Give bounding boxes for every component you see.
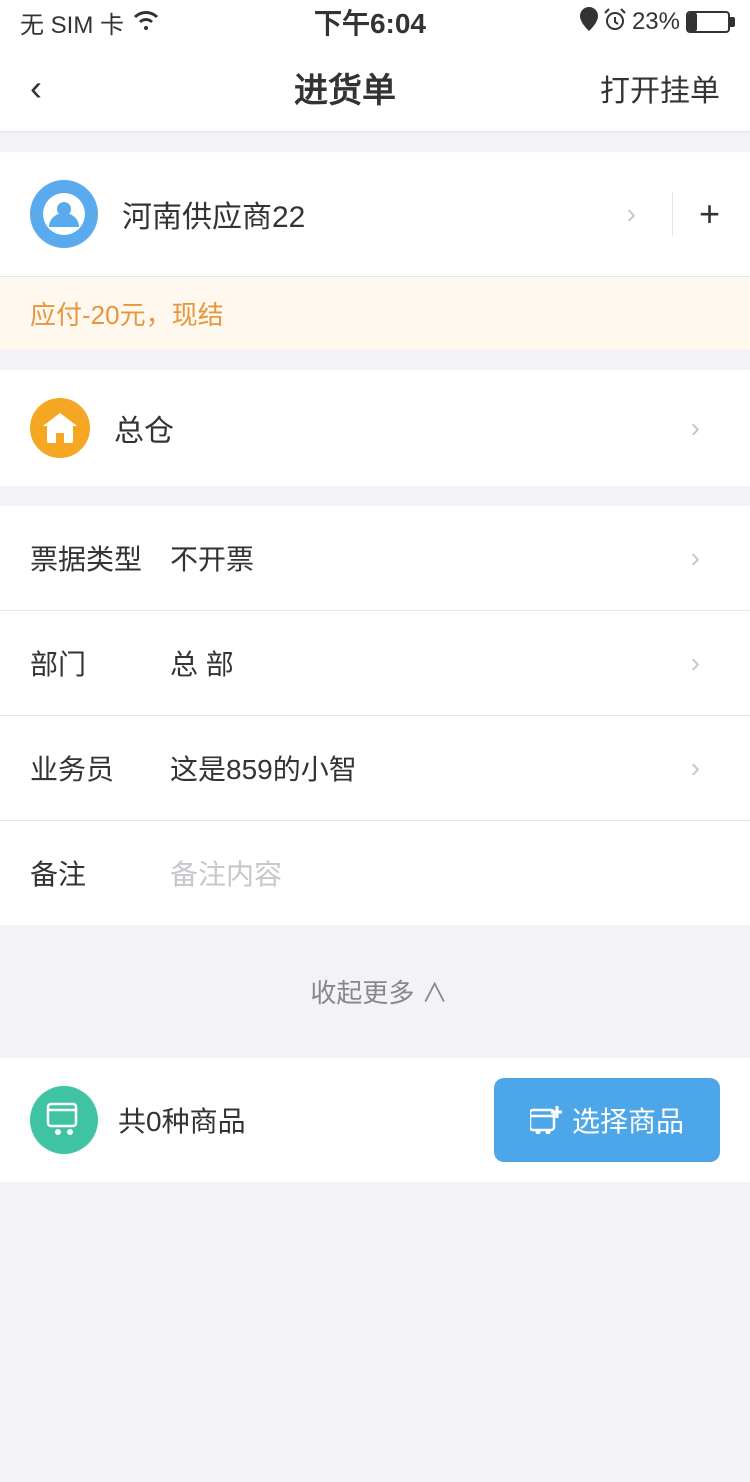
bottom-bar: 共0种商品 选择商品 [0,1058,750,1182]
supplier-avatar-inner [43,193,85,235]
location-icon [580,7,598,38]
supplier-avatar [30,180,98,248]
salesperson-label: 业务员 [30,748,150,788]
nav-bar: ‹ 进货单 打开挂单 [0,44,750,132]
alarm-icon [604,8,626,37]
back-button[interactable]: ‹ [30,67,90,109]
battery-percentage: 23% [632,8,680,36]
open-pending-button[interactable]: 打开挂单 [600,66,720,110]
remark-value[interactable]: 备注内容 [150,853,720,893]
product-count-left: 共0种商品 [30,1086,246,1154]
form-section: 票据类型 不开票 › 部门 总 部 › 业务员 这是859的小智 › 备注 备注… [0,506,750,925]
supplier-divider [672,192,673,236]
salesperson-row[interactable]: 业务员 这是859的小智 › [0,716,750,821]
warehouse-row[interactable]: 总仓 › [0,370,750,486]
page-title: 进货单 [294,63,396,112]
invoice-type-chevron-icon: › [691,542,700,574]
status-bar-left: 无 SIM 卡 [20,5,160,40]
product-cart-icon [30,1086,98,1154]
section-divider-1 [0,132,750,152]
supplier-name: 河南供应商22 [122,192,627,236]
select-product-label: 选择商品 [572,1100,684,1140]
department-row[interactable]: 部门 总 部 › [0,611,750,716]
invoice-type-row[interactable]: 票据类型 不开票 › [0,506,750,611]
add-supplier-button[interactable]: + [699,193,720,235]
department-value: 总 部 [150,643,691,683]
wifi-icon [132,8,160,37]
salesperson-chevron-icon: › [691,752,700,784]
invoice-type-label: 票据类型 [30,538,150,578]
warehouse-chevron-icon: › [691,412,700,444]
collapse-label: 收起更多 ∧ [310,973,447,1010]
warehouse-section: 总仓 › [0,370,750,486]
collapse-row[interactable]: 收起更多 ∧ [0,945,750,1038]
status-bar: 无 SIM 卡 下午6:04 23% [0,0,750,44]
page-background [0,1182,750,1482]
battery-icon [686,11,730,33]
warehouse-icon [30,398,90,458]
supplier-section: 河南供应商22 › + 应付-20元，现结 [0,152,750,350]
remark-row[interactable]: 备注 备注内容 [0,821,750,925]
remark-label: 备注 [30,853,150,893]
select-product-button[interactable]: 选择商品 [494,1078,720,1162]
warehouse-name: 总仓 [114,406,691,450]
department-label: 部门 [30,643,150,683]
product-count-text: 共0种商品 [118,1100,246,1140]
carrier-text: 无 SIM 卡 [20,5,124,40]
section-divider-2 [0,350,750,370]
department-chevron-icon: › [691,647,700,679]
salesperson-value: 这是859的小智 [150,748,691,788]
supplier-row[interactable]: 河南供应商22 › + [0,152,750,277]
info-banner: 应付-20元，现结 [0,277,750,350]
supplier-chevron-icon: › [627,198,636,230]
status-time: 下午6:04 [314,2,426,42]
status-bar-right: 23% [580,7,730,38]
invoice-type-value: 不开票 [150,538,691,578]
